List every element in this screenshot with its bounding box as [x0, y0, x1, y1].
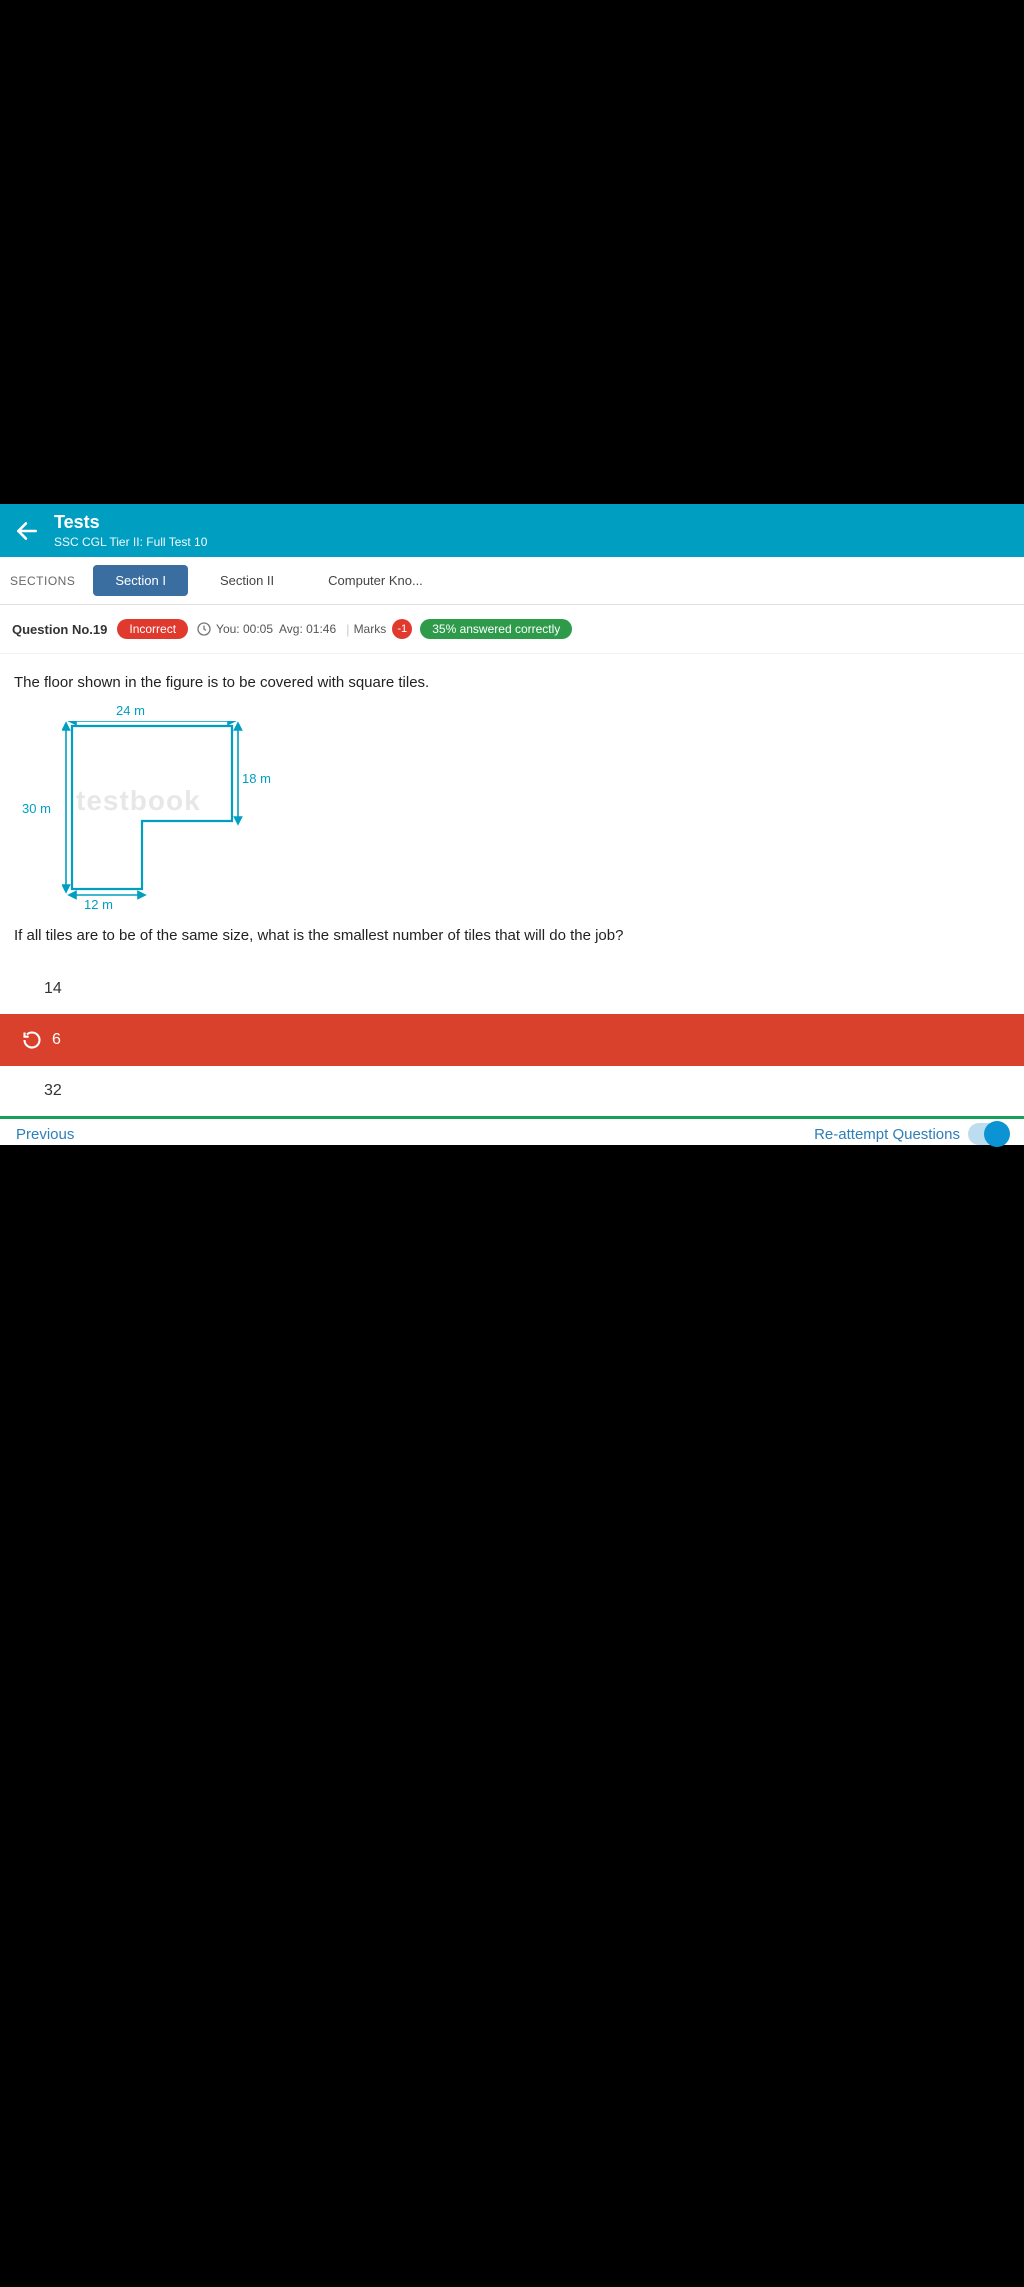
- app-window: Tests SSC CGL Tier II: Full Test 10 SECT…: [0, 504, 1024, 1145]
- option-2-selected-wrong[interactable]: 6: [0, 1014, 1024, 1066]
- question-number: Question No.19: [12, 622, 107, 637]
- marks-value-badge: -1: [392, 619, 412, 639]
- status-badge-text: Incorrect: [129, 622, 176, 636]
- meta-divider: |: [346, 622, 349, 637]
- time-avg: Avg: 01:46: [279, 622, 336, 636]
- option-3-text: 32: [44, 1082, 62, 1099]
- correct-percent-text: 35% answered correctly: [432, 622, 560, 636]
- correct-percent-badge: 35% answered correctly: [420, 619, 572, 639]
- sections-label: SECTIONS: [10, 574, 75, 588]
- header-subtitle: SSC CGL Tier II: Full Test 10: [54, 535, 207, 549]
- question-body: The floor shown in the figure is to be c…: [0, 654, 1024, 913]
- marks-label: Marks: [354, 622, 387, 636]
- figure-label-left: 30 m: [22, 801, 51, 816]
- tab-section-1[interactable]: Section I: [93, 565, 188, 596]
- tab-section-2[interactable]: Section II: [198, 565, 296, 596]
- question-meta-row: Question No.19 Incorrect You: 00:05 Avg:…: [0, 605, 1024, 654]
- refresh-icon: [22, 1030, 42, 1050]
- clock-icon: [196, 621, 212, 637]
- section-tabs-row: SECTIONS Section I Section II Computer K…: [0, 557, 1024, 605]
- toggle-knob: [984, 1121, 1010, 1147]
- screen: Tests SSC CGL Tier II: Full Test 10 SECT…: [0, 0, 1024, 2287]
- previous-button[interactable]: Previous: [16, 1126, 74, 1143]
- footer-right: Re-attempt Questions: [814, 1123, 1008, 1145]
- footer-bar: Previous Re-attempt Questions: [0, 1119, 1024, 1145]
- question-figure: 24 m 30 m 18 m 12 m: [14, 703, 1010, 913]
- app-header: Tests SSC CGL Tier II: Full Test 10: [0, 504, 1024, 557]
- reattempt-label: Re-attempt Questions: [814, 1126, 960, 1143]
- reattempt-toggle[interactable]: [968, 1123, 1008, 1145]
- tab-computer-knowledge[interactable]: Computer Kno...: [306, 565, 445, 596]
- question-text-line2: If all tiles are to be of the same size,…: [0, 921, 1024, 964]
- status-badge-incorrect: Incorrect: [117, 619, 188, 639]
- header-title: Tests: [54, 512, 207, 533]
- figure-shape: [62, 721, 262, 901]
- back-arrow-icon[interactable]: [14, 518, 40, 544]
- time-you: You: 00:05: [216, 622, 273, 636]
- option-1[interactable]: 14: [0, 964, 1024, 1014]
- option-2-text: 6: [52, 1031, 61, 1049]
- figure-label-top: 24 m: [116, 703, 145, 718]
- header-text: Tests SSC CGL Tier II: Full Test 10: [54, 512, 207, 549]
- question-text-line1: The floor shown in the figure is to be c…: [14, 672, 1010, 693]
- option-3[interactable]: 32: [0, 1066, 1024, 1116]
- option-1-text: 14: [44, 980, 62, 997]
